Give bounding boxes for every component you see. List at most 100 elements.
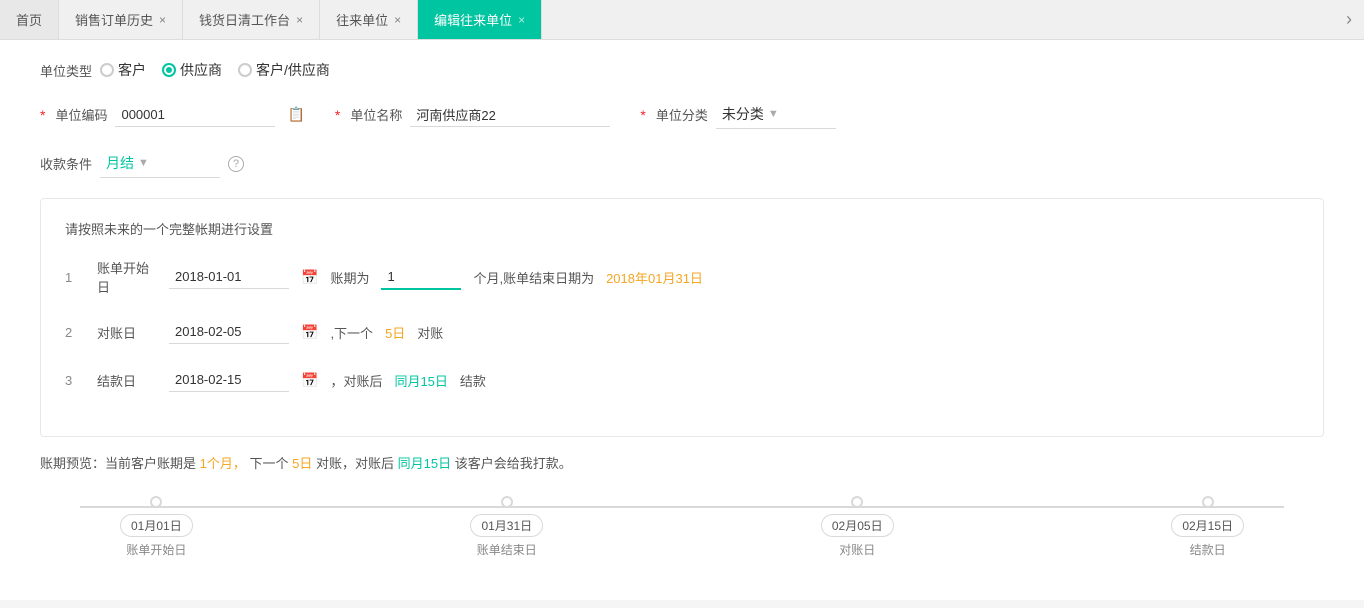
row-3-desc-highlight: 同月15日: [394, 371, 447, 390]
unit-code-icon[interactable]: 📋: [287, 106, 304, 123]
preview-text2: 下一个: [250, 456, 289, 471]
tab-units-close[interactable]: ×: [394, 13, 401, 27]
row-1-period-unit: 个月,账单结束日期为: [473, 268, 594, 287]
unit-info-row: * 单位编码 📋 * 单位名称 * 单位分类 未分类 ▼: [40, 100, 1324, 129]
tab-sales-history-close[interactable]: ×: [159, 13, 166, 27]
unit-code-group: * 单位编码 📋: [40, 103, 305, 127]
row-2-desc-highlight: 5日: [385, 323, 405, 342]
unit-category-value: 未分类: [722, 104, 764, 124]
preview-highlight1: 1个月，: [200, 456, 246, 471]
tab-units[interactable]: 往来单位 ×: [320, 0, 418, 39]
timeline-container: 01月01日 账单开始日 01月31日 账单结束日 02月05日 对账日 02月…: [40, 496, 1324, 558]
row-1-calendar-icon[interactable]: 📅: [301, 269, 318, 286]
row-3-desc-prefix: ，对账后: [330, 371, 382, 390]
timeline: 01月01日 账单开始日 01月31日 账单结束日 02月05日 对账日 02月…: [80, 496, 1284, 558]
unit-category-select[interactable]: 未分类 ▼: [716, 100, 836, 129]
row-3-date-input[interactable]: [169, 368, 289, 392]
timeline-spacer-3: [894, 506, 1172, 508]
timeline-point-1: 01月01日 账单开始日: [120, 496, 193, 558]
row-1-label: 账单开始日: [97, 258, 157, 296]
tab-units-label: 往来单位: [336, 10, 388, 29]
unit-category-group: * 单位分类 未分类 ▼: [640, 100, 835, 129]
radio-customer[interactable]: 客户: [100, 60, 146, 80]
unit-name-group: * 单位名称: [335, 103, 610, 127]
radio-both-label: 客户/供应商: [256, 60, 330, 80]
radio-both-circle: [238, 63, 252, 77]
unit-name-label: 单位名称: [350, 105, 402, 124]
timeline-badge-3: 02月05日: [821, 514, 894, 537]
row-3-desc-suffix: 结款: [460, 371, 486, 390]
radio-both[interactable]: 客户/供应商: [238, 60, 330, 80]
row-2-label: 对账日: [97, 323, 157, 342]
row-2-desc-prefix: ,下一个: [330, 323, 373, 342]
timeline-label-1: 账单开始日: [126, 541, 186, 558]
tab-bar: 首页 销售订单历史 × 钱货日清工作台 × 往来单位 × 编辑往来单位 × ›: [0, 0, 1364, 40]
radio-supplier-circle: [162, 63, 176, 77]
tab-edit-unit[interactable]: 编辑往来单位 ×: [418, 0, 542, 39]
row-2-calendar-icon[interactable]: 📅: [301, 324, 318, 341]
unit-type-label: 单位类型: [40, 61, 92, 80]
timeline-spacer-2: [543, 506, 821, 508]
data-row-1: 1 账单开始日 📅 账期为 个月,账单结束日期为 2018年01月31日: [65, 258, 1299, 296]
row-1-period-label: 账期为: [330, 268, 369, 287]
timeline-spacer-1: [193, 506, 471, 508]
timeline-badge-1: 01月01日: [120, 514, 193, 537]
preview-section: 账期预览：当前客户账期是 1个月， 下一个 5日 对账，对账后 同月15日 该客…: [40, 453, 1324, 472]
help-icon[interactable]: ?: [228, 156, 244, 172]
preview-text3: 对账，对账后: [316, 456, 394, 471]
timeline-point-2: 01月31日 账单结束日: [470, 496, 543, 558]
row-1-period-input[interactable]: [381, 265, 461, 290]
row-1-date-input[interactable]: [169, 265, 289, 289]
tab-edit-unit-label: 编辑往来单位: [434, 10, 512, 29]
unit-code-input[interactable]: [115, 103, 275, 127]
timeline-dot-3: [851, 496, 863, 508]
tab-home[interactable]: 首页: [0, 0, 59, 39]
unit-type-group: 单位类型 客户 供应商 客户/供应商: [40, 60, 330, 80]
data-row-3: 3 结款日 📅 ，对账后 同月15日 结款: [65, 368, 1299, 392]
radio-customer-circle: [100, 63, 114, 77]
payment-label: 收款条件: [40, 154, 92, 173]
unit-category-arrow: ▼: [768, 108, 779, 120]
payment-select[interactable]: 月结 ▼: [100, 149, 220, 178]
tab-expand-btn[interactable]: ›: [1334, 9, 1364, 30]
payment-arrow: ▼: [138, 157, 149, 169]
settings-section: 请按照未来的一个完整帐期进行设置 1 账单开始日 📅 账期为 个月,账单结束日期…: [40, 198, 1324, 437]
unit-category-star: *: [640, 107, 645, 123]
unit-name-star: *: [335, 107, 340, 123]
tab-cash-flow-label: 钱货日清工作台: [199, 10, 290, 29]
row-2-date-input[interactable]: [169, 320, 289, 344]
timeline-point-4: 02月15日 结款日: [1171, 496, 1244, 558]
row-3-label: 结款日: [97, 371, 157, 390]
row-3-calendar-icon[interactable]: 📅: [301, 372, 318, 389]
timeline-dot-1: [150, 496, 162, 508]
tab-sales-history[interactable]: 销售订单历史 ×: [59, 0, 183, 39]
timeline-dot-4: [1202, 496, 1214, 508]
timeline-badge-2: 01月31日: [470, 514, 543, 537]
unit-code-label: 单位编码: [55, 105, 107, 124]
tab-sales-history-label: 销售订单历史: [75, 10, 153, 29]
tab-home-label: 首页: [16, 10, 42, 29]
timeline-label-4: 结款日: [1190, 541, 1226, 558]
timeline-label-2: 账单结束日: [477, 541, 537, 558]
row-1-num: 1: [65, 270, 85, 285]
timeline-point-3: 02月05日 对账日: [821, 496, 894, 558]
unit-name-input[interactable]: [410, 103, 610, 127]
tab-cash-flow-close[interactable]: ×: [296, 13, 303, 27]
section-title: 请按照未来的一个完整帐期进行设置: [65, 219, 1299, 238]
preview-highlight2: 5日: [292, 456, 312, 471]
payment-value: 月结: [106, 153, 134, 173]
radio-customer-label: 客户: [118, 60, 146, 80]
row-2-desc-suffix: 对账: [417, 323, 443, 342]
preview-text4: 该客户会给我打款。: [455, 456, 572, 471]
tab-cash-flow[interactable]: 钱货日清工作台 ×: [183, 0, 320, 39]
unit-type-row: 单位类型 客户 供应商 客户/供应商: [40, 60, 1324, 80]
timeline-dot-2: [501, 496, 513, 508]
radio-supplier[interactable]: 供应商: [162, 60, 222, 80]
preview-label: 账期预览：当前客户账期是: [40, 456, 196, 471]
preview-highlight3: 同月15日: [398, 456, 451, 471]
row-1-period-highlight: 2018年01月31日: [606, 268, 703, 287]
row-2-num: 2: [65, 325, 85, 340]
tab-edit-unit-close[interactable]: ×: [518, 13, 525, 27]
unit-code-star: *: [40, 107, 45, 123]
unit-category-label: 单位分类: [656, 105, 708, 124]
